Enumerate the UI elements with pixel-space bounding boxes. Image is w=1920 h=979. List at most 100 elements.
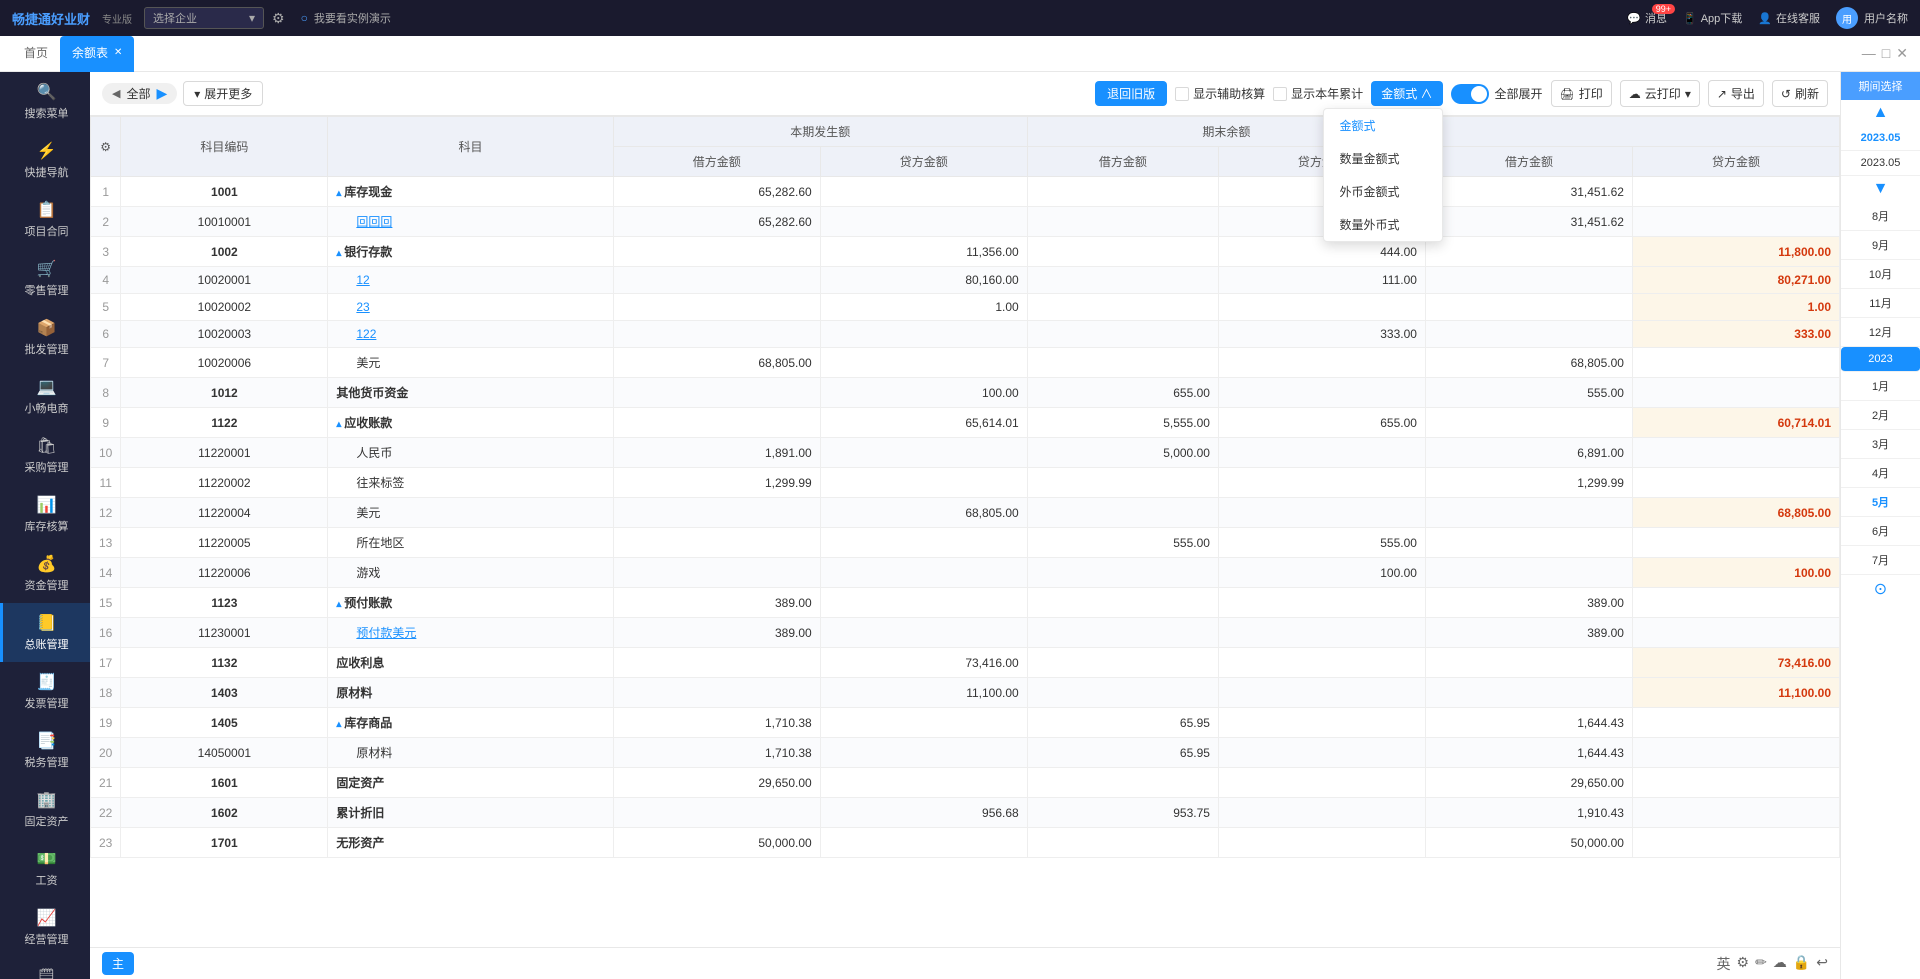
right-panel-month-2[interactable]: 2月 xyxy=(1841,401,1920,430)
right-panel-date-2[interactable]: 2023.05 xyxy=(1841,151,1920,176)
lang-icon[interactable]: 英 xyxy=(1717,954,1731,974)
sidebar-item-quicknav[interactable]: ⚡ 快捷导航 xyxy=(0,131,90,190)
sidebar-item-projects-label: 项目合同 xyxy=(9,223,84,239)
app-download-btn[interactable]: 📱 App下载 xyxy=(1683,10,1742,26)
right-panel-up-nav[interactable]: ▲ xyxy=(1841,100,1920,126)
mode-option-forex-amount[interactable]: 外币金额式 xyxy=(1324,175,1442,208)
expand-all-label: 全部展开 xyxy=(1495,85,1543,102)
bottom-bar: 主 英 ⚙ ✏ ☁ 🔒 ↩ xyxy=(90,947,1840,979)
row-no: 11 xyxy=(91,468,121,498)
sidebar-item-inventory[interactable]: 📊 库存核算 xyxy=(0,485,90,544)
export-btn[interactable]: ↗ 导出 xyxy=(1708,80,1764,107)
right-panel-collapse[interactable]: ⊙ xyxy=(1841,575,1920,603)
tab-minimize-icon[interactable]: — xyxy=(1862,45,1876,62)
sidebar-item-quicknav-label: 快捷导航 xyxy=(9,164,84,180)
sidebar-item-wholesale[interactable]: 📦 批发管理 xyxy=(0,308,90,367)
account-name[interactable]: 23 xyxy=(328,294,613,321)
tab-close-icon[interactable]: ✕ xyxy=(114,47,122,58)
cloud-print-label: 云打印 xyxy=(1645,85,1681,102)
print-btn[interactable]: 🖨 打印 xyxy=(1551,80,1612,107)
company-dropdown[interactable]: 选择企业 ▾ xyxy=(144,7,264,29)
tab-balance[interactable]: 余额表 ✕ xyxy=(60,36,134,72)
sidebar-item-projects[interactable]: 📋 项目合同 xyxy=(0,190,90,249)
right-panel-down-nav[interactable]: ▼ xyxy=(1841,176,1920,202)
table-settings-icon[interactable]: ⚙ xyxy=(100,140,111,154)
refresh-btn[interactable]: ↺ 刷新 xyxy=(1772,80,1828,107)
end-credit-cell xyxy=(1632,438,1839,468)
right-panel-month-3[interactable]: 3月 xyxy=(1841,430,1920,459)
online-service-btn[interactable]: 👤 在线客服 xyxy=(1758,10,1820,26)
sidebar-item-purchase[interactable]: 🛍 采购管理 xyxy=(0,426,90,485)
demo-link[interactable]: ○ 我要看实例演示 xyxy=(301,10,391,26)
sidebar-item-ecommerce[interactable]: 💻 小畅电商 xyxy=(0,367,90,426)
account-name[interactable]: 12 xyxy=(328,267,613,294)
tab-home[interactable]: 首页 xyxy=(12,36,60,72)
settings2-icon[interactable]: ⚙ xyxy=(1737,954,1750,974)
ecommerce-icon: 💻 xyxy=(9,377,84,397)
mode-dropdown-btn[interactable]: 金额式 ∧ xyxy=(1371,81,1442,106)
sidebar-item-invoice[interactable]: 🧾 发票管理 xyxy=(0,662,90,721)
sidebar-item-tax[interactable]: 📑 税务管理 xyxy=(0,721,90,780)
lock-icon[interactable]: 🔒 xyxy=(1793,954,1810,974)
user-avatar: 用 xyxy=(1836,7,1858,29)
show-auxiliary-check[interactable]: 显示辅助核算 xyxy=(1175,85,1265,102)
main-btn[interactable]: 主 xyxy=(102,952,134,975)
sidebar-item-funds[interactable]: 💰 资金管理 xyxy=(0,544,90,603)
expand-all-toggle: 全部展开 xyxy=(1451,84,1543,104)
search-icon: 🔍 xyxy=(9,82,84,102)
account-name: 往来标签 xyxy=(328,468,613,498)
return-old-btn[interactable]: 退回旧版 xyxy=(1095,81,1167,106)
sidebar-item-assets[interactable]: 🏢 固定资产 xyxy=(0,780,90,839)
sidebar-item-retail[interactable]: 🛒 零售管理 xyxy=(0,249,90,308)
sidebar-item-operations[interactable]: 📈 经营管理 xyxy=(0,898,90,957)
right-panel-month-10[interactable]: 10月 xyxy=(1841,260,1920,289)
tab-close-all-icon[interactable]: ✕ xyxy=(1896,45,1908,62)
account-name[interactable]: 回回回 xyxy=(328,207,613,237)
settings-icon[interactable]: ⚙ xyxy=(272,10,285,27)
right-panel-month-7[interactable]: 7月 xyxy=(1841,546,1920,575)
show-yearly-check[interactable]: 显示本年累计 xyxy=(1273,85,1363,102)
right-panel-year-2023[interactable]: 2023 xyxy=(1841,347,1920,372)
yearly-checkbox[interactable] xyxy=(1273,87,1287,101)
user-info[interactable]: 用 用户名称 xyxy=(1836,7,1908,29)
right-panel-month-9[interactable]: 9月 xyxy=(1841,231,1920,260)
right-panel-month-12[interactable]: 12月 xyxy=(1841,318,1920,347)
cloud-print-btn[interactable]: ☁ 云打印 ▾ xyxy=(1620,80,1700,107)
end-credit-cell xyxy=(1632,798,1839,828)
mode-option-amount[interactable]: 金额式 xyxy=(1324,109,1442,142)
row-no: 2 xyxy=(91,207,121,237)
mode-option-qty-forex[interactable]: 数量外币式 xyxy=(1324,208,1442,241)
auxiliary-checkbox[interactable] xyxy=(1175,87,1189,101)
sidebar-item-search[interactable]: 🔍 搜索菜单 xyxy=(0,72,90,131)
right-panel-month-6[interactable]: 6月 xyxy=(1841,517,1920,546)
message-btn[interactable]: 💬 消息 99+ xyxy=(1627,10,1667,26)
right-panel-month-8[interactable]: 8月 xyxy=(1841,202,1920,231)
cloud2-icon[interactable]: ☁ xyxy=(1773,954,1787,974)
open-debit-cell xyxy=(613,321,820,348)
table-row: 11001▴ 库存现金65,282.6033,830.9831,451.62 xyxy=(91,177,1840,207)
sidebar-item-ledger[interactable]: 📒 总账管理 xyxy=(0,603,90,662)
right-panel-month-5[interactable]: 5月 xyxy=(1841,488,1920,517)
sidebar-item-payroll[interactable]: 💵 工资 xyxy=(0,839,90,898)
account-name: ▴ 库存现金 xyxy=(328,177,613,207)
export-icon: ↗ xyxy=(1717,87,1727,101)
right-panel-month-4[interactable]: 4月 xyxy=(1841,459,1920,488)
back-arrow[interactable]: ◀ xyxy=(112,87,120,100)
toggle-switch[interactable] xyxy=(1451,84,1489,104)
right-panel-month-11[interactable]: 11月 xyxy=(1841,289,1920,318)
sidebar-item-expense[interactable]: 🗒 小畅报销 xyxy=(0,957,90,979)
tab-maximize-icon[interactable]: □ xyxy=(1882,45,1890,62)
account-name[interactable]: 122 xyxy=(328,321,613,348)
mode-option-qty-amount[interactable]: 数量金额式 xyxy=(1324,142,1442,175)
col-cur-debit-header: 借方金额 xyxy=(1027,147,1218,177)
forward-arrow[interactable]: ▶ xyxy=(156,85,167,102)
account-name[interactable]: 预付款美元 xyxy=(328,618,613,648)
edit-icon[interactable]: ✏ xyxy=(1755,954,1767,974)
expand-more-btn[interactable]: ▾ 展开更多 xyxy=(183,81,263,106)
breadcrumb-all: ◀ 全部 ▶ xyxy=(102,83,177,104)
back-icon[interactable]: ↩ xyxy=(1816,954,1828,974)
retail-icon: 🛒 xyxy=(9,259,84,279)
right-panel-date-1[interactable]: 2023.05 xyxy=(1841,126,1920,151)
account-code: 1123 xyxy=(121,588,328,618)
right-panel-month-1[interactable]: 1月 xyxy=(1841,372,1920,401)
